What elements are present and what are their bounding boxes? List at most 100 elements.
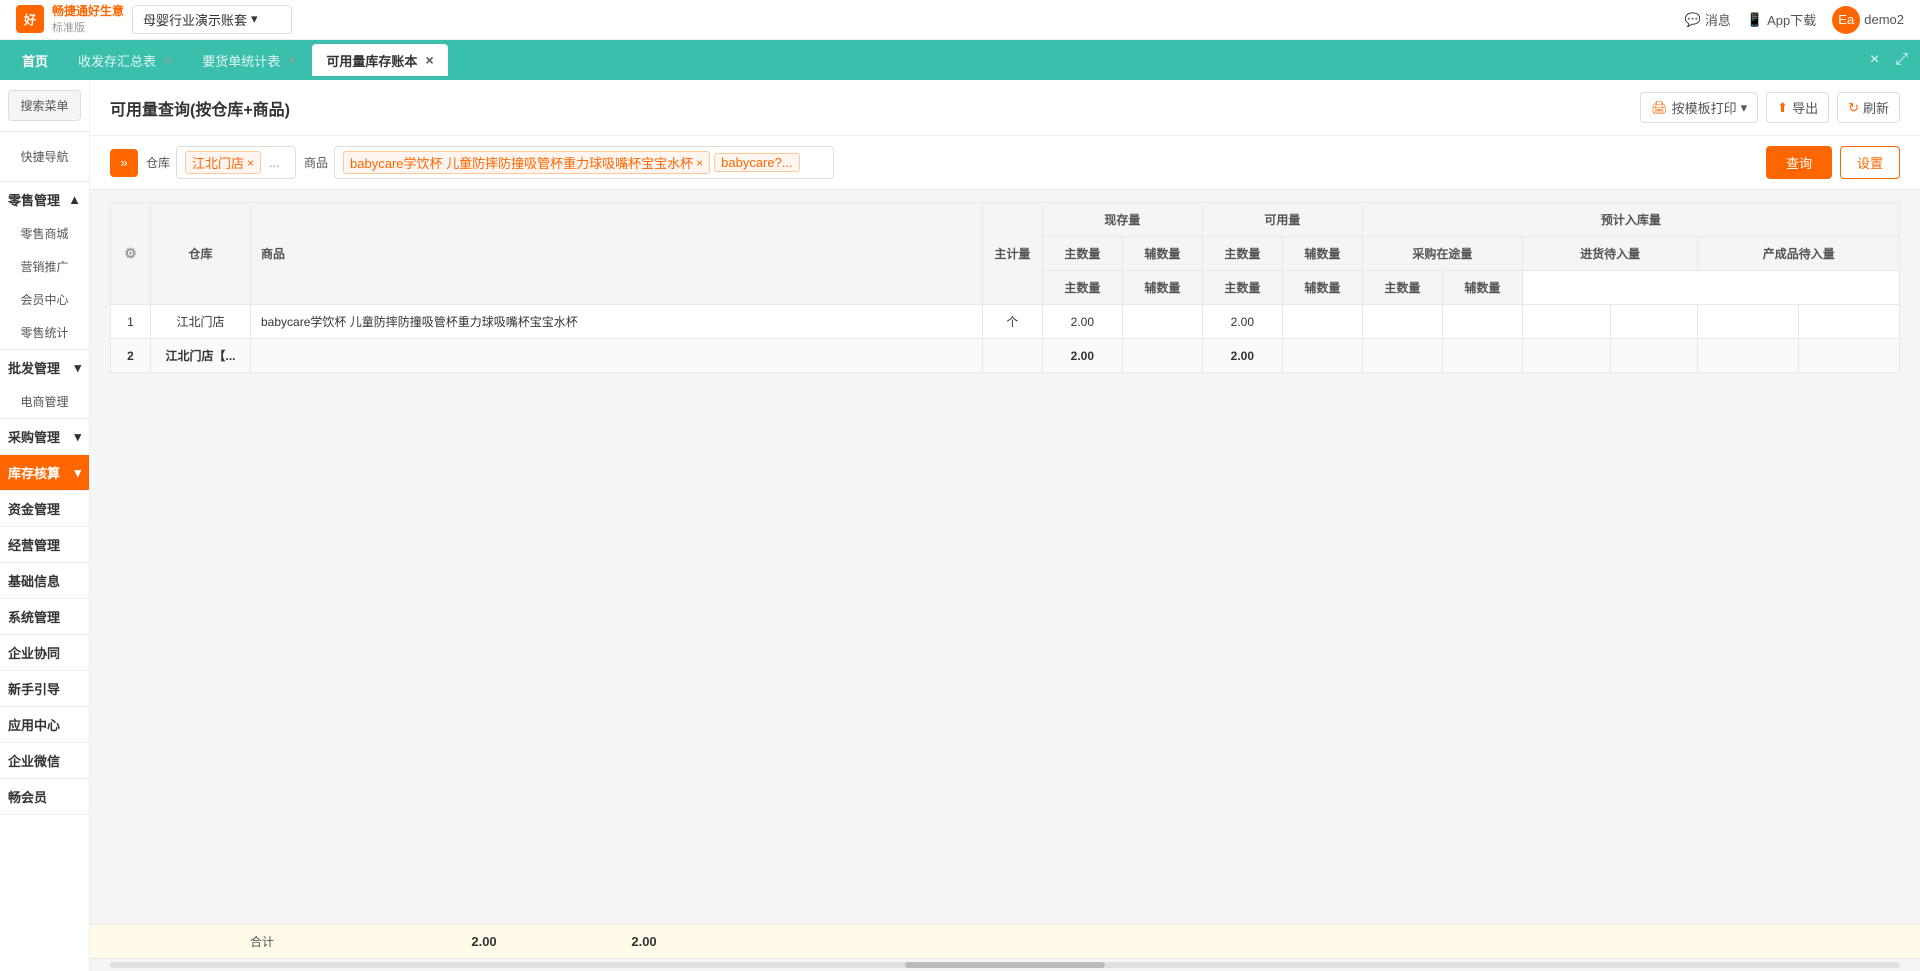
th-available-qty: 可用量 [1202,203,1362,237]
th-inbound-aux: 辅数量 [1282,271,1362,305]
th-main-unit: 主计量 [982,203,1042,305]
scrollbar-thumb [905,962,1105,968]
sidebar-item-ecommerce[interactable]: 电商管理 [0,385,89,418]
product-tag-2-text: babycare?... [721,155,793,170]
sidebar-system-label: 系统管理 [8,607,60,626]
sidebar-appcenter-header[interactable]: 应用中心 [0,707,89,742]
product-filter-input[interactable]: babycare学饮杯 儿童防摔防撞吸管杯重力球吸嘴杯宝宝水杯 × babyca… [334,146,834,179]
tab-available-inventory[interactable]: 可用量库存账本 × [312,44,447,76]
sidebar-finance-header[interactable]: 资金管理 [0,491,89,526]
row1-product: babycare学饮杯 儿童防摔防撞吸管杯重力球吸嘴杯宝宝水杯 [251,305,983,339]
sidebar-item-retail-stats[interactable]: 零售统计 [0,316,89,349]
tab-home[interactable]: 首页 [8,44,62,76]
row2-index: 2 [111,339,151,373]
sidebar-wholesale-header[interactable]: 批发管理 ▾ [0,350,89,385]
sidebar-item-retail-mall[interactable]: 零售商城 [0,217,89,250]
product-tag-2: babycare?... [714,153,800,172]
tab-bar-right: × ⤢ [1866,47,1912,73]
logo-icon: 好 [16,5,44,33]
th-settings: ⚙ [111,203,151,305]
sidebar-enterprise-header[interactable]: 企业协同 [0,635,89,670]
filter-expand-button[interactable]: » [110,149,138,177]
sidebar-enterprise-label: 企业协同 [8,643,60,662]
product-filter-label: 商品 [304,154,328,171]
sidebar-operations-label: 经营管理 [8,535,60,554]
sidebar-finance-label: 资金管理 [8,499,60,518]
warehouse-filter-input[interactable]: 江北门店 × ... [176,146,296,179]
settings-button[interactable]: 设置 [1840,146,1900,179]
sidebar-item-marketing[interactable]: 营销推广 [0,250,89,283]
sidebar-basics-header[interactable]: 基础信息 [0,563,89,598]
refresh-icon: ↻ [1848,100,1859,116]
sidebar-retail-header[interactable]: 零售管理 ▲ [0,182,89,217]
user-area[interactable]: Ea demo2 [1832,6,1904,34]
content-area: 可用量查询(按仓库+商品) 🖨 按模板打印 ▾ ⬆ 导出 ↻ 刷新 [90,80,1920,971]
logo-area: 畅捷通好生意 标准版 [52,4,124,34]
sidebar-section-operations: 经营管理 [0,527,89,563]
sidebar-wecom-header[interactable]: 企业微信 [0,743,89,778]
tab-order-stats-close[interactable]: × [288,53,296,67]
industry-selector[interactable]: 母婴行业演示账套 ▾ [132,5,292,34]
quick-nav-item[interactable]: 快捷导航 [0,140,89,173]
message-button[interactable]: 💬 消息 [1685,10,1731,29]
sidebar-operations-header[interactable]: 经营管理 [0,527,89,562]
th-product: 商品 [251,203,983,305]
row1-purchase-main [1362,305,1442,339]
row1-inbound-main [1522,305,1610,339]
row1-current-main: 2.00 [1042,305,1122,339]
sidebar-newguide-header[interactable]: 新手引导 [0,671,89,706]
app-download-button[interactable]: 📱 App下载 [1747,10,1816,29]
th-planned-inbound: 预计入库量 [1362,203,1899,237]
row1-warehouse: 江北门店 [151,305,251,339]
sidebar-member-header[interactable]: 畅会员 [0,779,89,814]
th-current-stock: 现存量 [1042,203,1202,237]
search-menu-button[interactable]: 搜索菜单 [8,90,81,121]
row2-current-main: 2.00 [1042,339,1122,373]
row2-production-main [1698,339,1799,373]
sidebar-search-area: 搜索菜单 [0,80,89,132]
data-table: ⚙ 仓库 商品 主计量 现存量 可用量 预计入库量 主数量 辅数量 主数量 辅数… [110,202,1900,373]
row1-purchase-aux [1442,305,1522,339]
filter-product-group: 商品 babycare学饮杯 儿童防摔防撞吸管杯重力球吸嘴杯宝宝水杯 × bab… [304,146,834,179]
product-tag-1-close[interactable]: × [696,156,703,170]
tab-receipts-close[interactable]: × [164,53,172,67]
tab-order-stats[interactable]: 要货单统计表 × [188,44,310,76]
tab-maximize-button[interactable]: ⤢ [1891,47,1912,73]
th-warehouse: 仓库 [151,203,251,305]
warehouse-tag-close[interactable]: × [247,156,254,170]
template-print-button[interactable]: 🖨 按模板打印 ▾ [1640,92,1758,123]
row1-current-aux [1122,305,1202,339]
settings-col-icon[interactable]: ⚙ [124,245,137,261]
row1-available-aux [1282,305,1362,339]
expand-icon: » [120,155,127,170]
th-purchase-aux: 辅数量 [1122,271,1202,305]
sidebar-section-wholesale: 批发管理 ▾ 电商管理 [0,350,89,419]
sidebar-item-members[interactable]: 会员中心 [0,283,89,316]
sidebar-section-wecom: 企业微信 [0,743,89,779]
query-button[interactable]: 查询 [1766,146,1832,179]
row2-inbound-aux [1610,339,1698,373]
refresh-button[interactable]: ↻ 刷新 [1837,92,1900,123]
sidebar-procurement-header[interactable]: 采购管理 ▾ [0,419,89,454]
tab-home-label: 首页 [22,51,48,70]
footer-available-main: 2.00 [604,934,684,949]
export-button[interactable]: ⬆ 导出 [1766,92,1829,123]
refresh-label: 刷新 [1863,98,1889,117]
row2-production-aux [1799,339,1900,373]
tab-receipts-label: 收发存汇总表 [78,51,156,70]
tab-close-all-button[interactable]: × [1866,47,1883,73]
tab-receipts[interactable]: 收发存汇总表 × [64,44,186,76]
sidebar-system-header[interactable]: 系统管理 [0,599,89,634]
sidebar-inventory-label: 库存核算 [8,463,60,482]
row2-available-aux [1282,339,1362,373]
row2-product [251,339,983,373]
tab-available-inventory-close[interactable]: × [425,53,433,67]
row1-unit: 个 [982,305,1042,339]
chevron-down-icon: ▾ [74,360,81,376]
sidebar-wecom-label: 企业微信 [8,751,60,770]
warehouse-tag: 江北门店 × [185,151,261,174]
sidebar-inventory-header[interactable]: 库存核算 ▾ [0,455,89,490]
th-purchase-in-transit: 采购在途量 [1362,237,1522,271]
warehouse-dots[interactable]: ... [265,155,284,170]
horizontal-scrollbar[interactable] [110,962,1900,968]
